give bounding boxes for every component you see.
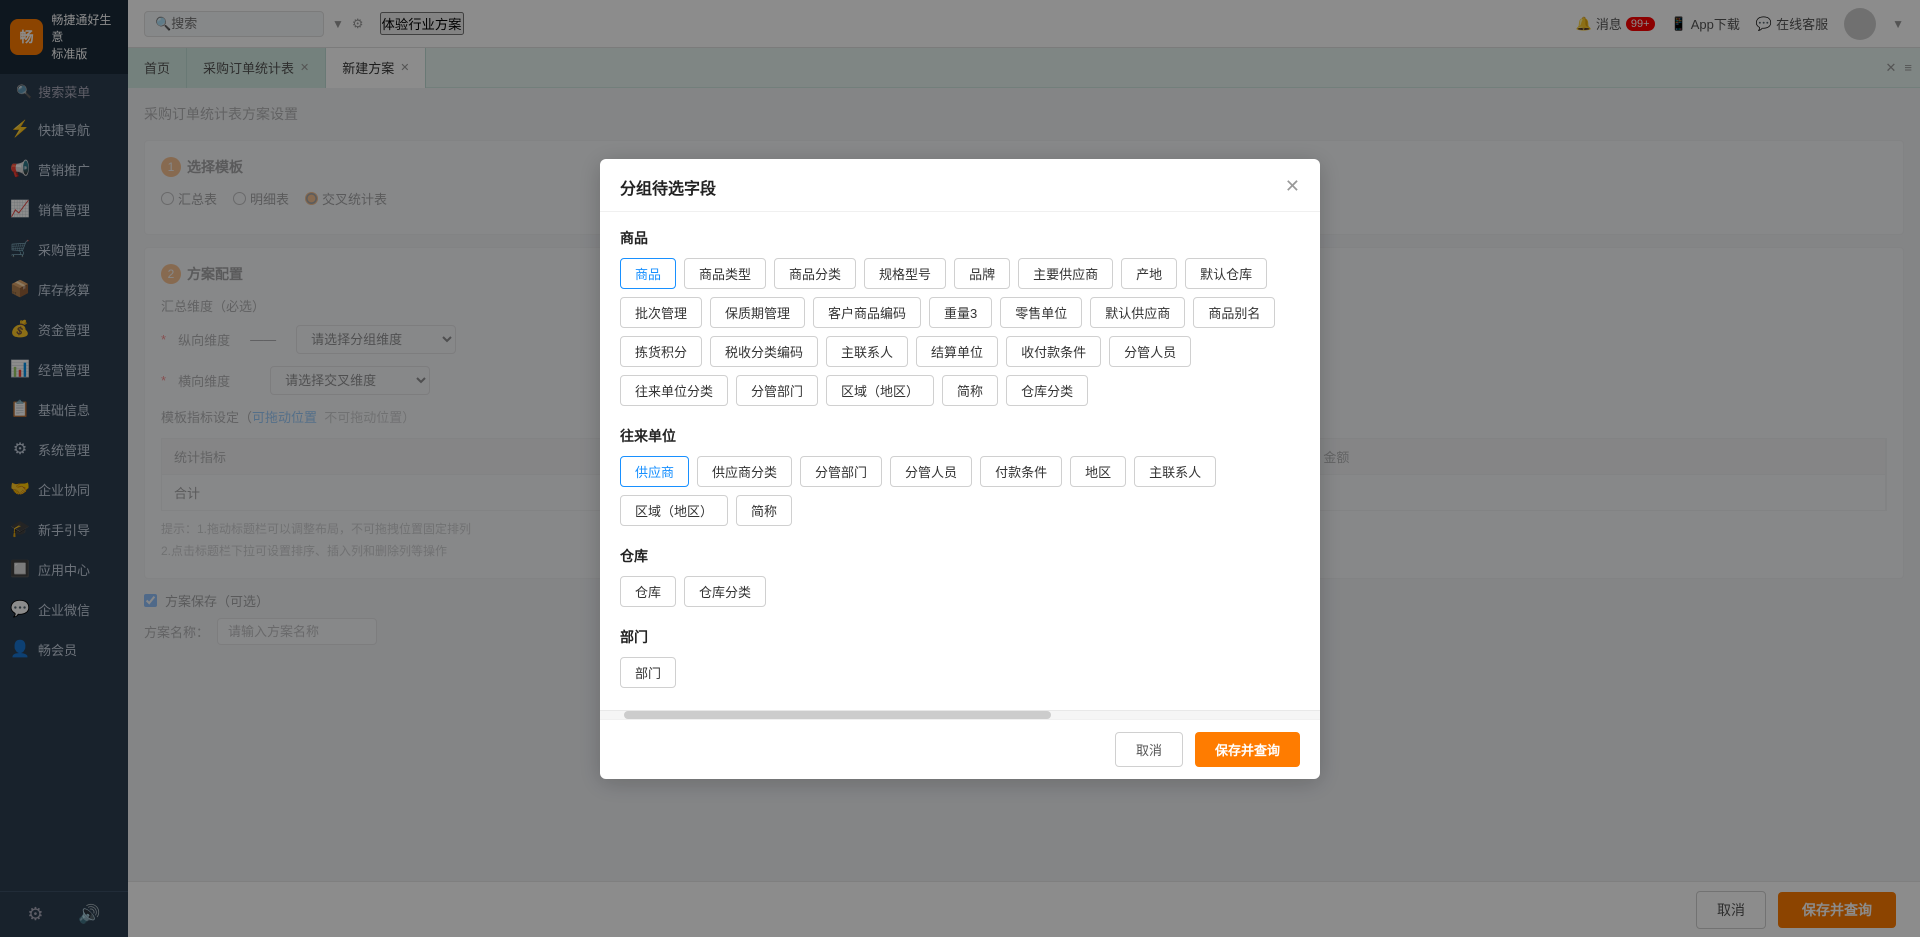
- field-tag-dept-mgmt[interactable]: 分管部门: [736, 375, 818, 406]
- modal-header: 分组待选字段 ✕: [600, 159, 1320, 212]
- warehouse-section-title: 仓库: [620, 546, 1300, 566]
- field-tag-partner-contact[interactable]: 主联系人: [1134, 456, 1216, 487]
- field-tag-origin[interactable]: 产地: [1121, 258, 1177, 289]
- field-tag-warehouse[interactable]: 仓库: [620, 576, 676, 607]
- field-tag-default-warehouse[interactable]: 默认仓库: [1185, 258, 1267, 289]
- field-tag-partner-cat[interactable]: 往来单位分类: [620, 375, 728, 406]
- goods-section-title: 商品: [620, 228, 1300, 248]
- field-tag-abbr[interactable]: 简称: [942, 375, 998, 406]
- field-tag-partner-region[interactable]: 区域（地区）: [620, 495, 728, 526]
- dept-section: 部门 部门: [620, 627, 1300, 688]
- warehouse-section: 仓库 仓库 仓库分类: [620, 546, 1300, 607]
- field-tag-supplier-cat[interactable]: 供应商分类: [697, 456, 792, 487]
- field-tag-partner-supervisor[interactable]: 分管人员: [890, 456, 972, 487]
- field-tag-retail-unit[interactable]: 零售单位: [1000, 297, 1082, 328]
- field-tag-weight3[interactable]: 重量3: [929, 297, 992, 328]
- field-tag-default-supplier[interactable]: 默认供应商: [1090, 297, 1185, 328]
- field-tag-spec-model[interactable]: 规格型号: [864, 258, 946, 289]
- field-tag-supervisor[interactable]: 分管人员: [1109, 336, 1191, 367]
- field-tag-picking-score[interactable]: 拣货积分: [620, 336, 702, 367]
- field-tag-customer-code[interactable]: 客户商品编码: [813, 297, 921, 328]
- dept-field-tags: 部门: [620, 657, 1300, 688]
- modal-close-button[interactable]: ✕: [1285, 176, 1300, 197]
- partner-field-tags: 供应商 供应商分类 分管部门 分管人员 付款条件 地区 主联系人 区域（地区） …: [620, 456, 1300, 526]
- field-tag-goods-type[interactable]: 商品类型: [684, 258, 766, 289]
- field-select-modal: 分组待选字段 ✕ 商品 商品 商品类型 商品分类 规格型号 品牌 主要供应商 产…: [600, 159, 1320, 779]
- confirm-button[interactable]: 保存并查询: [1195, 732, 1300, 767]
- modal-horizontal-scrollbar[interactable]: [600, 710, 1320, 719]
- modal-title: 分组待选字段: [620, 175, 716, 199]
- modal-body: 商品 商品 商品类型 商品分类 规格型号 品牌 主要供应商 产地 默认仓库 批次…: [600, 212, 1320, 710]
- field-tag-warehouse-cat[interactable]: 仓库分类: [1006, 375, 1088, 406]
- field-tag-goods[interactable]: 商品: [620, 258, 676, 289]
- modal-footer: 取消 保存并查询: [600, 719, 1320, 779]
- cancel-button[interactable]: 取消: [1115, 732, 1183, 767]
- field-tag-dept[interactable]: 部门: [620, 657, 676, 688]
- goods-field-tags: 商品 商品类型 商品分类 规格型号 品牌 主要供应商 产地 默认仓库 批次管理 …: [620, 258, 1300, 406]
- hscroll-thumb[interactable]: [624, 711, 1051, 719]
- field-tag-settle-unit[interactable]: 结算单位: [916, 336, 998, 367]
- field-tag-area[interactable]: 地区: [1070, 456, 1126, 487]
- field-tag-batch-mgmt[interactable]: 批次管理: [620, 297, 702, 328]
- field-tag-partner-dept[interactable]: 分管部门: [800, 456, 882, 487]
- field-tag-main-supplier[interactable]: 主要供应商: [1018, 258, 1113, 289]
- goods-section: 商品 商品 商品类型 商品分类 规格型号 品牌 主要供应商 产地 默认仓库 批次…: [620, 228, 1300, 406]
- field-tag-warehouse-class[interactable]: 仓库分类: [684, 576, 766, 607]
- field-tag-partner-abbr[interactable]: 简称: [736, 495, 792, 526]
- warehouse-field-tags: 仓库 仓库分类: [620, 576, 1300, 607]
- field-tag-brand[interactable]: 品牌: [954, 258, 1010, 289]
- field-tag-region[interactable]: 区域（地区）: [826, 375, 934, 406]
- field-tag-payment-terms[interactable]: 收付款条件: [1006, 336, 1101, 367]
- field-tag-goods-cat[interactable]: 商品分类: [774, 258, 856, 289]
- field-tag-supplier[interactable]: 供应商: [620, 456, 689, 487]
- field-tag-payment-cond[interactable]: 付款条件: [980, 456, 1062, 487]
- field-tag-main-contact[interactable]: 主联系人: [826, 336, 908, 367]
- partner-section: 往来单位 供应商 供应商分类 分管部门 分管人员 付款条件 地区 主联系人 区域…: [620, 426, 1300, 526]
- dept-section-title: 部门: [620, 627, 1300, 647]
- partner-section-title: 往来单位: [620, 426, 1300, 446]
- field-tag-goods-alias[interactable]: 商品别名: [1193, 297, 1275, 328]
- field-tag-shelf-life[interactable]: 保质期管理: [710, 297, 805, 328]
- field-tag-tax-code[interactable]: 税收分类编码: [710, 336, 818, 367]
